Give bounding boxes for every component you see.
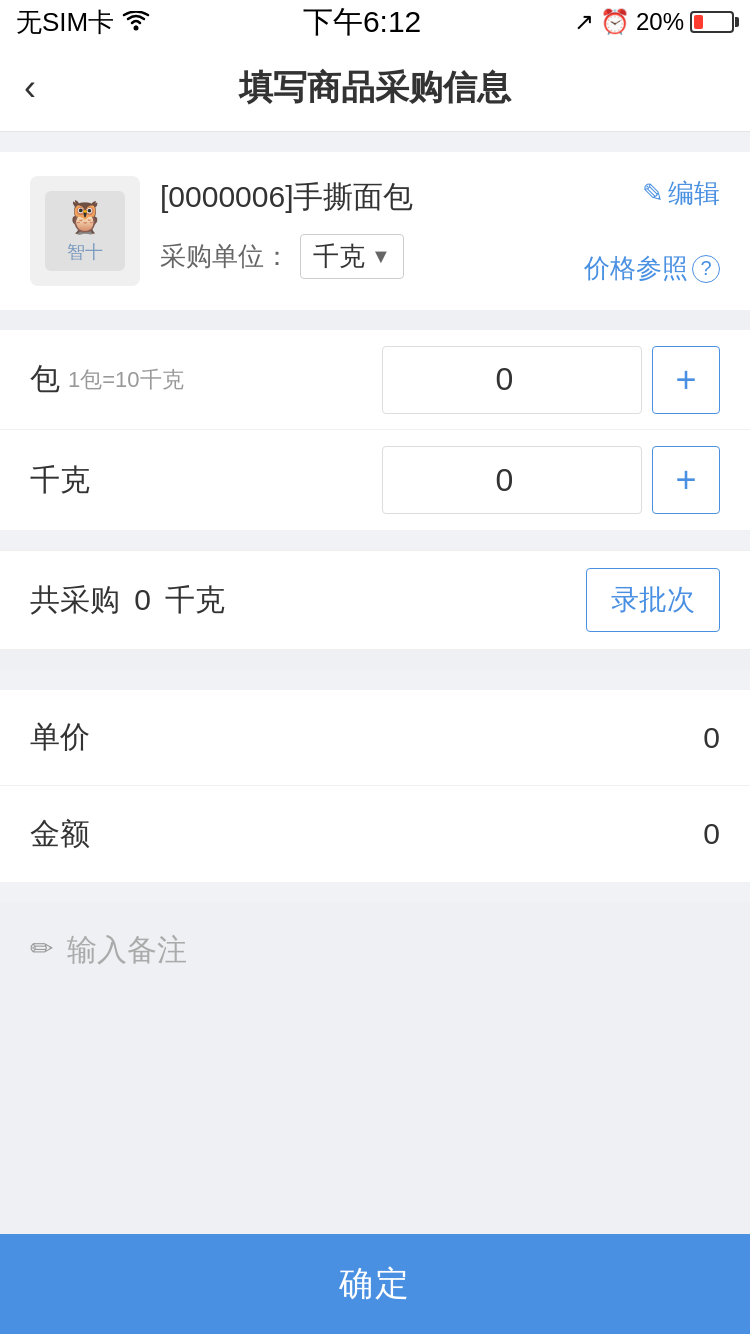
page-title: 填写商品采购信息	[239, 65, 511, 111]
product-logo-icon: 🦉	[65, 198, 105, 236]
kg-row: 千克 +	[0, 430, 750, 530]
status-bar: 无SIM卡 下午6:12 ↗ ⏰ 20%	[0, 0, 750, 44]
summary-row: 共采购 0 千克 录批次	[0, 550, 750, 650]
section-divider-1	[0, 310, 750, 330]
amount-row: 金额 0	[0, 786, 750, 882]
product-name: [0000006]手撕面包	[160, 176, 720, 218]
notes-section[interactable]: ✏ 输入备注	[0, 902, 750, 1022]
bag-label: 包	[30, 359, 60, 400]
product-logo-text: 智十	[67, 240, 103, 264]
status-time: 下午6:12	[303, 2, 421, 43]
product-thumbnail: 🦉 智十	[45, 191, 125, 271]
bag-input[interactable]	[382, 346, 642, 414]
product-id: [0000006]	[160, 180, 293, 213]
confirm-button[interactable]: 确定	[0, 1234, 750, 1334]
back-button[interactable]: ‹	[24, 67, 36, 109]
help-icon: ?	[692, 255, 720, 283]
bag-sublabel: 1包=10千克	[68, 365, 184, 395]
product-card: 🦉 智十 [0000006]手撕面包 采购单位： 千克 ▼ ✎ 编辑 价格参照 …	[0, 152, 750, 310]
nav-bar: ‹ 填写商品采购信息	[0, 44, 750, 132]
unit-price-label: 单价	[30, 717, 703, 758]
price-info-section: 单价 0 金额 0	[0, 690, 750, 882]
unit-price-value: 0	[703, 721, 720, 755]
price-ref-button[interactable]: 价格参照 ?	[584, 251, 720, 286]
edit-icon: ✎	[642, 178, 664, 209]
location-icon: ↗	[574, 8, 594, 36]
kg-label: 千克	[30, 460, 90, 501]
wifi-icon	[122, 7, 150, 38]
pencil-icon: ✏	[30, 932, 53, 965]
unit-price-row: 单价 0	[0, 690, 750, 786]
carrier-label: 无SIM卡	[16, 5, 114, 40]
section-divider-2	[0, 650, 750, 670]
unit-value: 千克	[313, 239, 365, 274]
input-section: 包 1包=10千克 + 千克 +	[0, 330, 750, 530]
unit-label: 采购单位：	[160, 239, 290, 274]
status-right: ↗ ⏰ 20%	[574, 8, 734, 36]
kg-input[interactable]	[382, 446, 642, 514]
battery-percent: 20%	[636, 8, 684, 36]
bag-plus-button[interactable]: +	[652, 346, 720, 414]
product-title: 手撕面包	[293, 180, 413, 213]
summary-text: 共采购 0 千克	[30, 580, 586, 621]
kg-plus-button[interactable]: +	[652, 446, 720, 514]
unit-select[interactable]: 千克 ▼	[300, 234, 404, 279]
alarm-icon: ⏰	[600, 8, 630, 36]
batch-button[interactable]: 录批次	[586, 568, 720, 632]
product-image: 🦉 智十	[30, 176, 140, 286]
status-left: 无SIM卡	[16, 5, 150, 40]
amount-label: 金额	[30, 814, 703, 855]
edit-button[interactable]: ✎ 编辑	[642, 176, 720, 211]
notes-placeholder: 输入备注	[67, 930, 187, 971]
amount-value: 0	[703, 817, 720, 851]
summary-amount: 0	[134, 583, 151, 616]
unit-dropdown-icon: ▼	[371, 245, 391, 268]
svg-point-0	[134, 25, 139, 30]
bag-row: 包 1包=10千克 +	[0, 330, 750, 430]
battery-icon	[690, 11, 734, 33]
